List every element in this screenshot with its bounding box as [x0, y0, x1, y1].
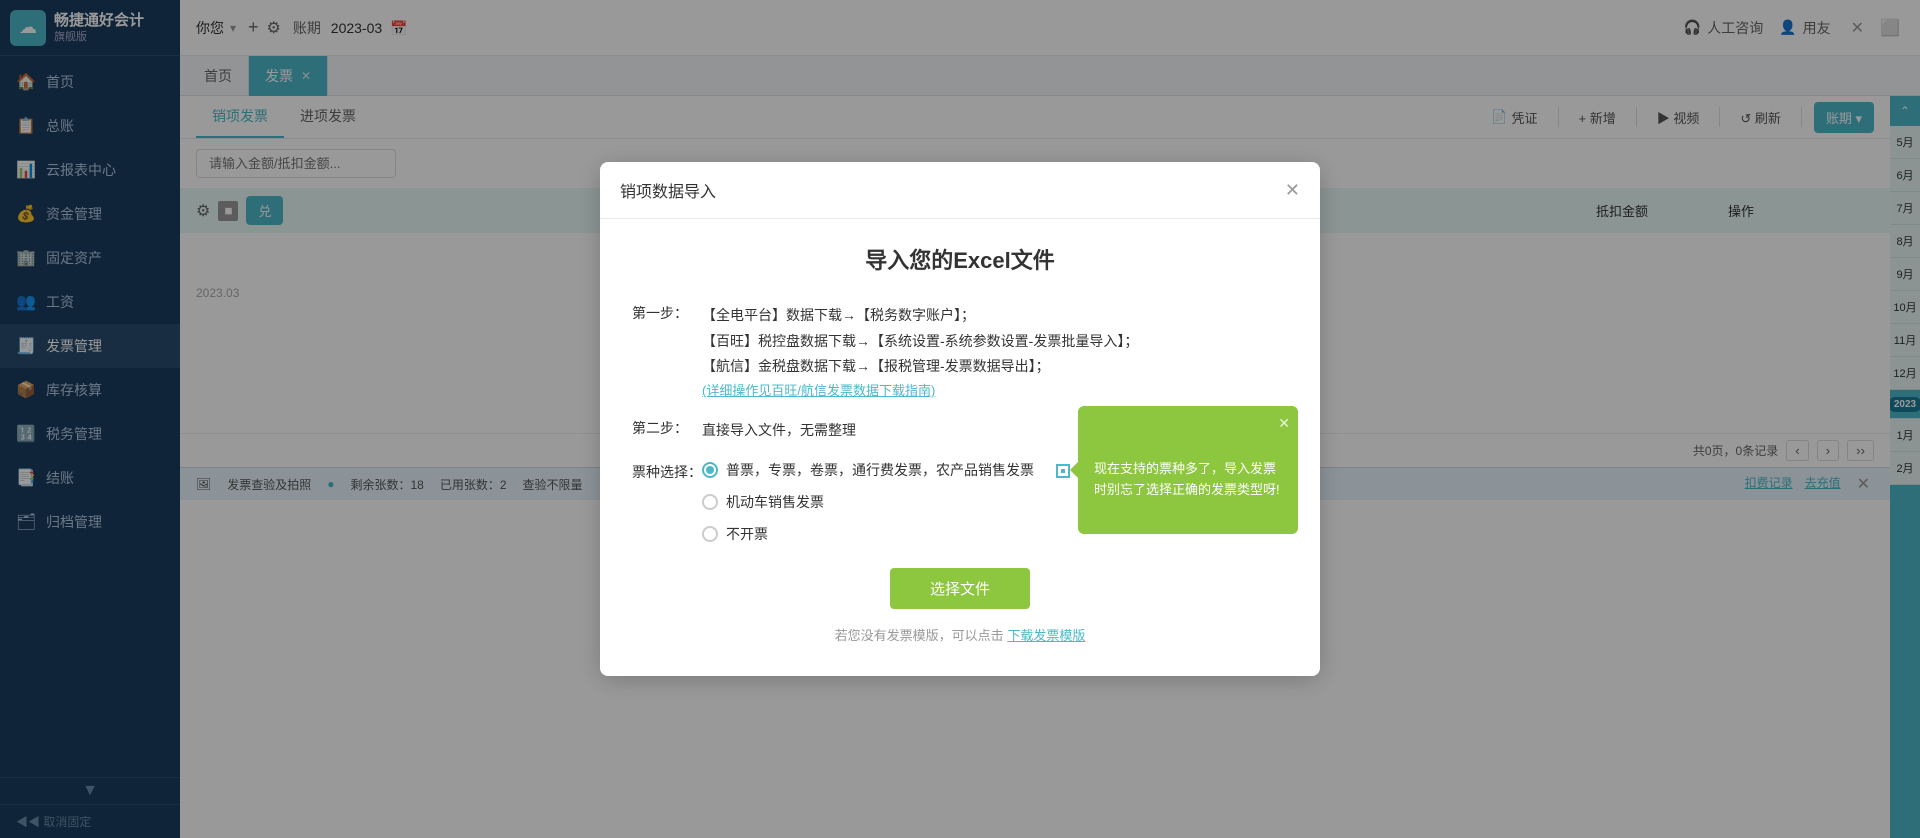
ticket-section: 票种选择： 普票，专票，卷票，通行费发票，农产品销售发票 ✕ 现在支: [632, 460, 1288, 544]
tooltip-anchor: ✕ 现在支持的票种多了，导入发票时别忘了选择正确的发票类型呀!: [1058, 462, 1068, 478]
radio-general-circle: [702, 462, 718, 478]
tooltip-box: ✕ 现在支持的票种多了，导入发票时别忘了选择正确的发票类型呀!: [1078, 406, 1298, 534]
step2-content: 直接导入文件，无需整理: [702, 418, 856, 443]
radio-general-label: 普票，专票，卷票，通行费发票，农产品销售发票: [726, 460, 1034, 480]
modal-btn-row: 选择文件: [632, 568, 1288, 609]
radio-none-label: 不开票: [726, 524, 768, 544]
modal-close-btn[interactable]: ✕: [1285, 180, 1300, 201]
radio-vehicle[interactable]: 机动车销售发票: [702, 492, 1068, 512]
download-template-link[interactable]: 下载发票模版: [1007, 628, 1085, 643]
step1-label: 第一步：: [632, 303, 702, 402]
radio-vehicle-label: 机动车销售发票: [726, 492, 824, 512]
step2-label: 第二步：: [632, 418, 702, 443]
modal-header: 销项数据导入 ✕: [600, 162, 1320, 219]
radio-none[interactable]: 不开票: [702, 524, 1068, 544]
tooltip-close-btn[interactable]: ✕: [1278, 412, 1290, 434]
tooltip-arrow: [1070, 462, 1078, 478]
modal-footer-note: 若您没有发票模版，可以点击 下载发票模版: [632, 625, 1288, 652]
select-file-button[interactable]: 选择文件: [890, 568, 1030, 609]
tooltip-text: 现在支持的票种多了，导入发票时别忘了选择正确的发票类型呀!: [1094, 461, 1280, 497]
step1-line-3: 【航信】金税盘数据下载→【报税管理-发票数据导出】；: [702, 354, 1138, 379]
radio-vehicle-circle: [702, 494, 718, 510]
modal-overlay: 销项数据导入 ✕ 导入您的Excel文件 第一步： 【全电平台】数据下载→【税务…: [0, 0, 1920, 838]
radio-general[interactable]: 普票，专票，卷票，通行费发票，农产品销售发票 ✕ 现在支持的票种多了，导入发票时…: [702, 460, 1068, 480]
tooltip-dot: [1058, 466, 1068, 476]
modal-body: 导入您的Excel文件 第一步： 【全电平台】数据下载→【税务数字账户】； 【百…: [600, 219, 1320, 675]
modal-main-title: 导入您的Excel文件: [632, 243, 1288, 275]
sales-import-modal: 销项数据导入 ✕ 导入您的Excel文件 第一步： 【全电平台】数据下载→【税务…: [600, 162, 1320, 675]
radio-group: 普票，专票，卷票，通行费发票，农产品销售发票 ✕ 现在支持的票种多了，导入发票时…: [702, 460, 1068, 544]
radio-none-circle: [702, 526, 718, 542]
modal-title: 销项数据导入: [620, 178, 716, 202]
step1-line-1: 【全电平台】数据下载→【税务数字账户】；: [702, 303, 1138, 328]
ticket-select-label: 票种选择：: [632, 460, 702, 482]
step1-line-2: 【百旺】税控盘数据下载→【系统设置-系统参数设置-发票批量导入】；: [702, 329, 1138, 354]
step1-guide-link[interactable]: (详细操作见百旺/航信发票数据下载指南): [702, 379, 1138, 402]
step1-row: 第一步： 【全电平台】数据下载→【税务数字账户】； 【百旺】税控盘数据下载→【系…: [632, 303, 1288, 402]
step1-content: 【全电平台】数据下载→【税务数字账户】； 【百旺】税控盘数据下载→【系统设置-系…: [702, 303, 1138, 402]
